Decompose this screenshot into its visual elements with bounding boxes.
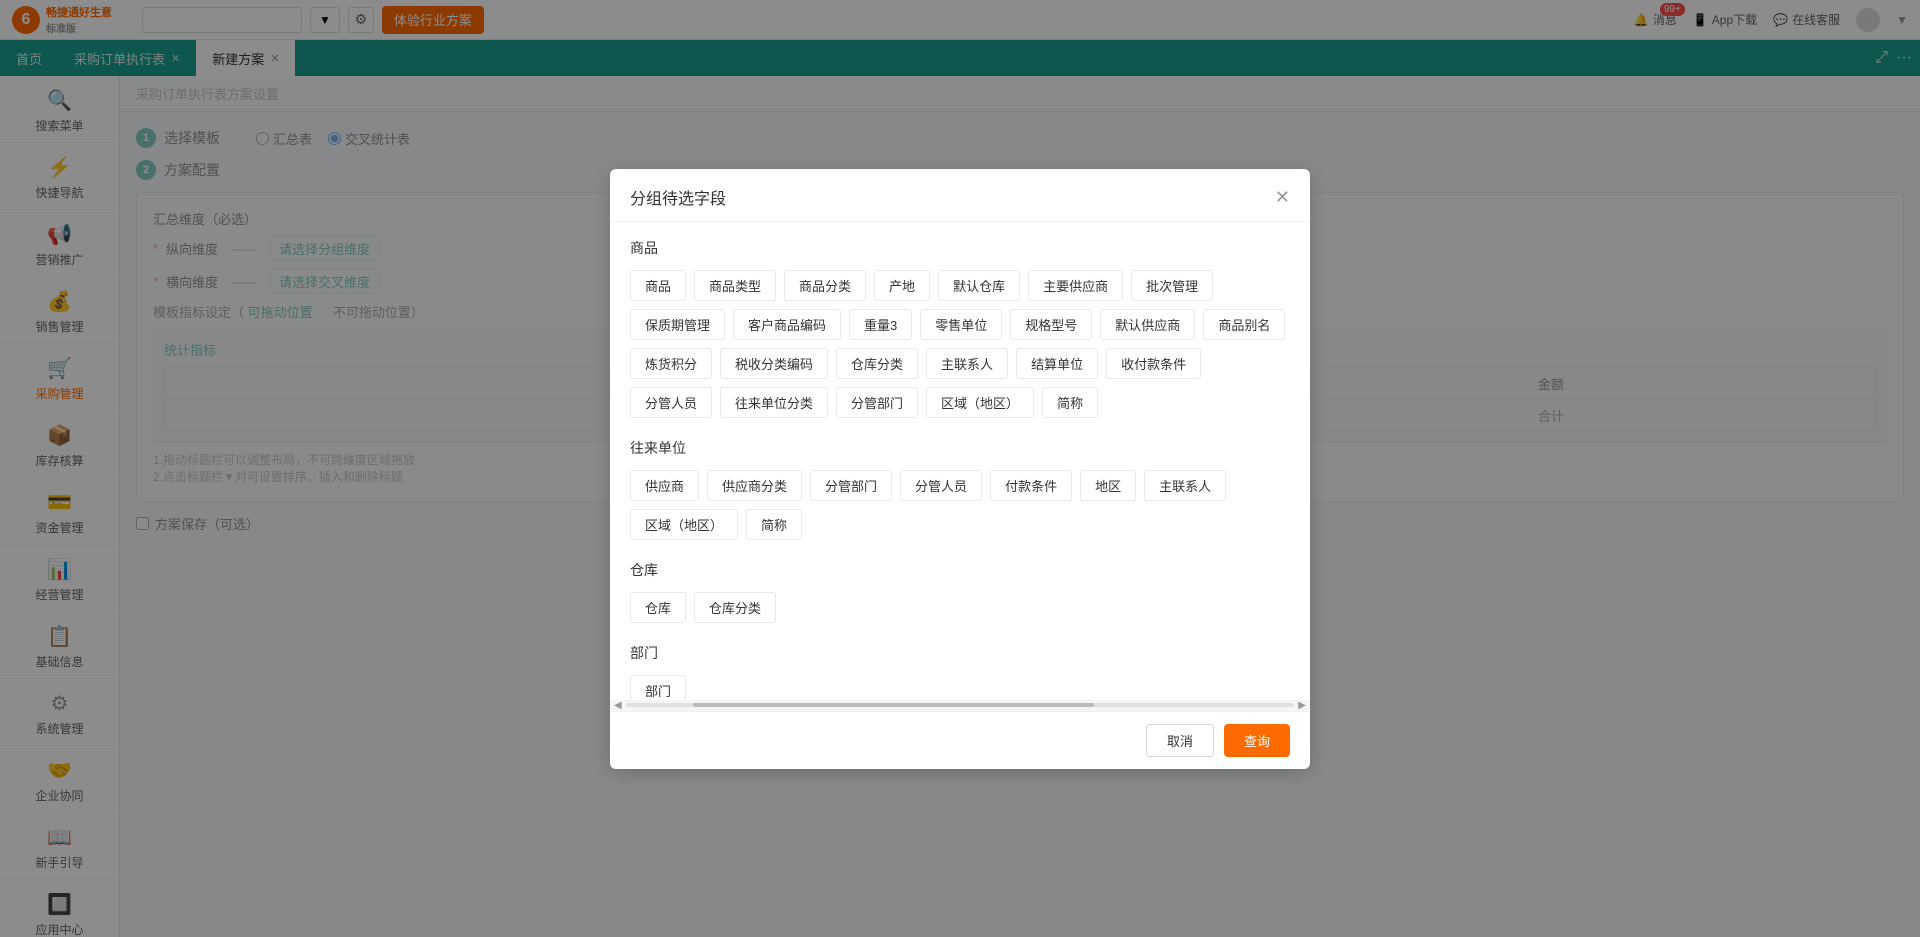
field-tag[interactable]: 部门: [630, 675, 686, 700]
category-partner: 往来单位 供应商 供应商分类 分管部门 分管人员 付款条件 地区 主联系人 区域…: [630, 438, 1290, 540]
scroll-bar-track: [626, 703, 1295, 707]
field-tag[interactable]: 区域（地区）: [630, 509, 738, 540]
field-tag[interactable]: 分管部门: [836, 387, 918, 418]
category-department: 部门 部门: [630, 643, 1290, 700]
category-goods-fields: 商品 商品类型 商品分类 产地 默认仓库 主要供应商 批次管理 保质期管理 客户…: [630, 270, 1290, 418]
scroll-right-arrow[interactable]: ▶: [1294, 700, 1310, 711]
modal-horizontal-scrollbar[interactable]: ◀ ▶: [610, 700, 1310, 711]
field-tag[interactable]: 收付款条件: [1106, 348, 1201, 379]
category-goods-title: 商品: [630, 238, 1290, 258]
modal-overlay: 分组待选字段 ✕ 商品 商品 商品类型 商品分类 产地 默认仓库 主要供应商 批…: [0, 0, 1920, 937]
field-tag[interactable]: 结算单位: [1016, 348, 1098, 379]
modal-cancel-button[interactable]: 取消: [1146, 724, 1214, 757]
field-tag[interactable]: 默认仓库: [938, 270, 1020, 301]
scroll-thumb: [693, 703, 1094, 707]
field-tag[interactable]: 商品: [630, 270, 686, 301]
modal-header: 分组待选字段 ✕: [610, 169, 1310, 222]
field-select-modal: 分组待选字段 ✕ 商品 商品 商品类型 商品分类 产地 默认仓库 主要供应商 批…: [610, 169, 1310, 769]
field-tag[interactable]: 零售单位: [920, 309, 1002, 340]
field-tag[interactable]: 付款条件: [990, 470, 1072, 501]
field-tag[interactable]: 税收分类编码: [720, 348, 828, 379]
field-tag[interactable]: 规格型号: [1010, 309, 1092, 340]
category-goods: 商品 商品 商品类型 商品分类 产地 默认仓库 主要供应商 批次管理 保质期管理…: [630, 238, 1290, 418]
modal-footer: 取消 查询: [610, 711, 1310, 769]
field-tag[interactable]: 地区: [1080, 470, 1136, 501]
field-tag[interactable]: 默认供应商: [1100, 309, 1195, 340]
field-tag[interactable]: 批次管理: [1131, 270, 1213, 301]
field-tag[interactable]: 产地: [874, 270, 930, 301]
field-tag[interactable]: 简称: [1042, 387, 1098, 418]
category-department-title: 部门: [630, 643, 1290, 663]
scroll-left-arrow[interactable]: ◀: [610, 700, 626, 711]
field-tag[interactable]: 商品别名: [1203, 309, 1285, 340]
field-tag[interactable]: 仓库分类: [694, 592, 776, 623]
modal-close-button[interactable]: ✕: [1275, 188, 1290, 206]
category-department-fields: 部门: [630, 675, 1290, 700]
category-partner-fields: 供应商 供应商分类 分管部门 分管人员 付款条件 地区 主联系人 区域（地区） …: [630, 470, 1290, 540]
field-tag[interactable]: 仓库分类: [836, 348, 918, 379]
category-partner-title: 往来单位: [630, 438, 1290, 458]
field-tag[interactable]: 分管部门: [810, 470, 892, 501]
category-warehouse-fields: 仓库 仓库分类: [630, 592, 1290, 623]
modal-title: 分组待选字段: [630, 185, 726, 209]
field-tag[interactable]: 供应商分类: [707, 470, 802, 501]
field-tag[interactable]: 炼货积分: [630, 348, 712, 379]
field-tag[interactable]: 主联系人: [926, 348, 1008, 379]
field-tag[interactable]: 区域（地区）: [926, 387, 1034, 418]
modal-confirm-button[interactable]: 查询: [1224, 724, 1290, 757]
field-tag[interactable]: 商品分类: [784, 270, 866, 301]
field-tag[interactable]: 主要供应商: [1028, 270, 1123, 301]
category-warehouse: 仓库 仓库 仓库分类: [630, 560, 1290, 623]
field-tag[interactable]: 简称: [746, 509, 802, 540]
field-tag[interactable]: 分管人员: [630, 387, 712, 418]
modal-body: 商品 商品 商品类型 商品分类 产地 默认仓库 主要供应商 批次管理 保质期管理…: [610, 222, 1310, 700]
field-tag[interactable]: 供应商: [630, 470, 699, 501]
field-tag[interactable]: 保质期管理: [630, 309, 725, 340]
field-tag[interactable]: 重量3: [849, 309, 912, 340]
field-tag[interactable]: 商品类型: [694, 270, 776, 301]
field-tag[interactable]: 主联系人: [1144, 470, 1226, 501]
category-warehouse-title: 仓库: [630, 560, 1290, 580]
field-tag[interactable]: 往来单位分类: [720, 387, 828, 418]
field-tag[interactable]: 客户商品编码: [733, 309, 841, 340]
field-tag[interactable]: 分管人员: [900, 470, 982, 501]
field-tag[interactable]: 仓库: [630, 592, 686, 623]
